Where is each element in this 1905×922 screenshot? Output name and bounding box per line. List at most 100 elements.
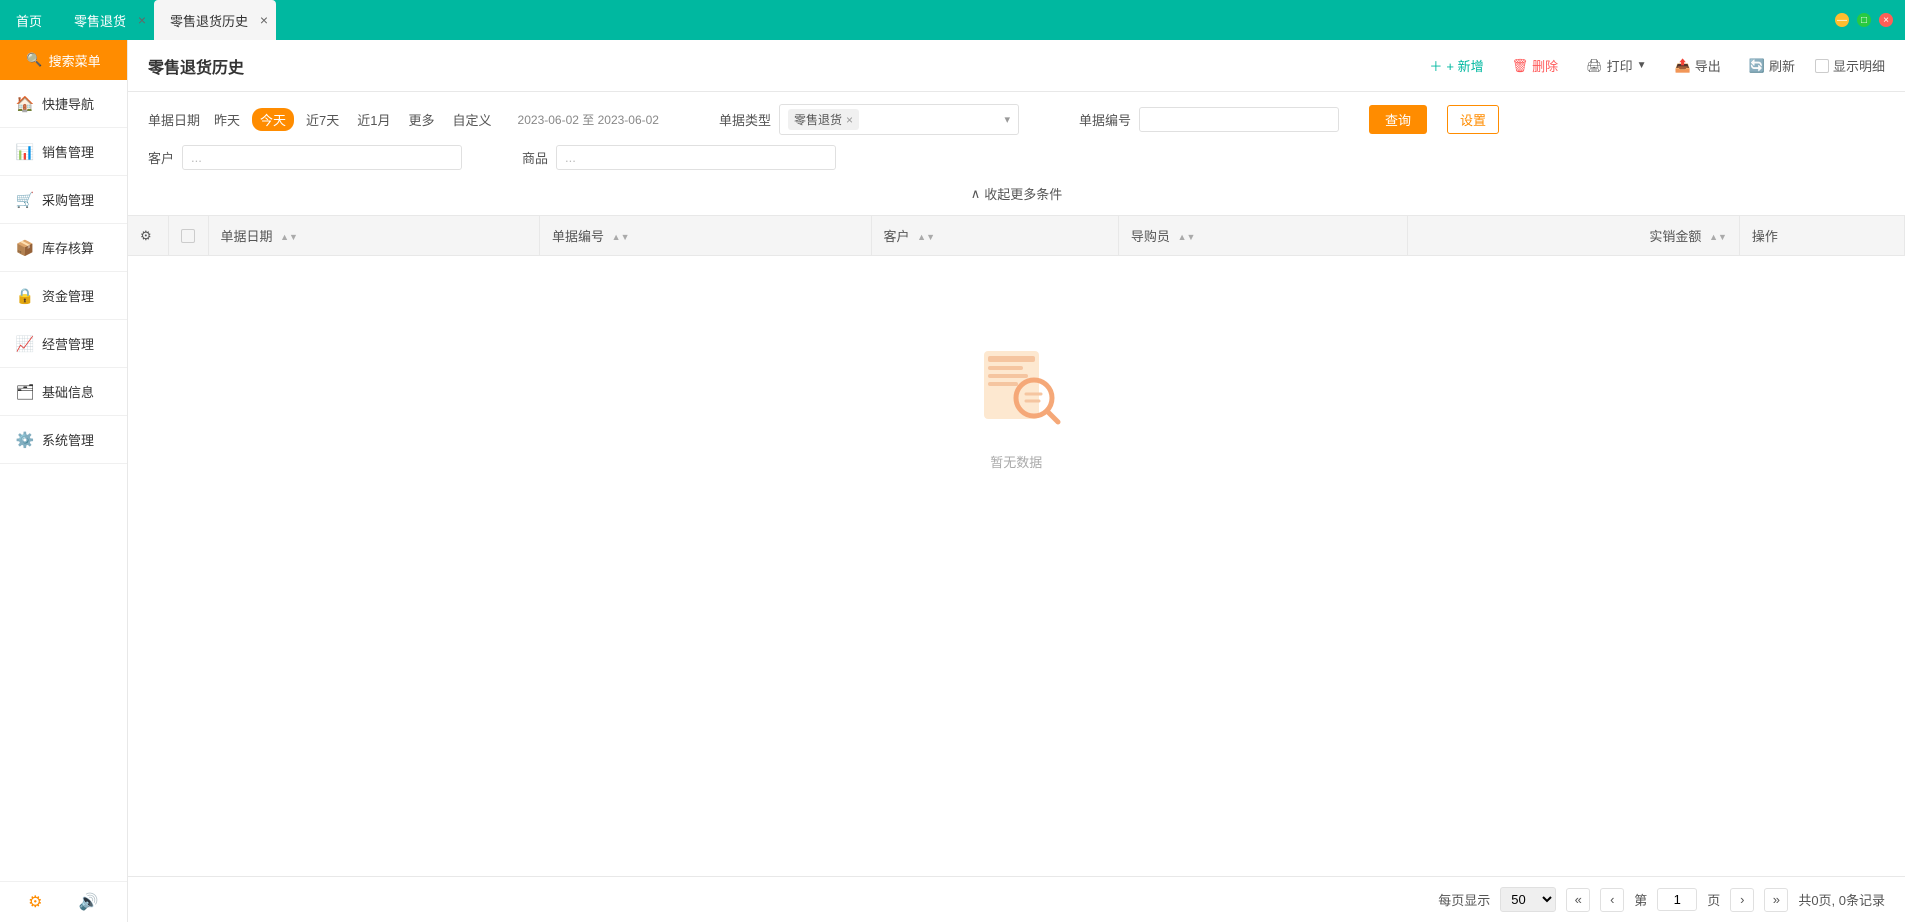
tab-home[interactable]: 首页 (0, 0, 58, 40)
window-close-btn[interactable]: × (1879, 13, 1893, 27)
sidebar-item-operations[interactable]: 📈 经营管理 (0, 320, 127, 368)
th-doc-no[interactable]: 单据编号 ▲▼ (540, 216, 872, 256)
th-checkbox[interactable] (168, 216, 208, 256)
collapse-button[interactable]: ∧ 收起更多条件 (971, 184, 1063, 203)
empty-state-icon (966, 336, 1066, 436)
customer-placeholder: ... (191, 150, 202, 165)
page-size-select[interactable]: 20 50 100 (1500, 887, 1556, 912)
sidebar-item-purchase-mgmt-label: 采购管理 (42, 190, 94, 209)
print-icon: 🖨 (1586, 58, 1603, 74)
page-input[interactable] (1657, 888, 1697, 911)
th-customer[interactable]: 客户 ▲▼ (871, 216, 1118, 256)
add-label: + 新增 (1446, 56, 1483, 75)
tab-list: 首页 零售退货 × 零售退货历史 × (0, 0, 1823, 40)
doc-type-select[interactable]: 零售退货 × ▾ (779, 104, 1019, 135)
sidebar-audio-btn[interactable]: 🔊 (79, 892, 99, 912)
empty-text: 暂无数据 (990, 452, 1042, 471)
query-button[interactable]: 查询 (1369, 105, 1427, 134)
doc-type-tag-value: 零售退货 (794, 111, 842, 128)
th-guide-sort[interactable]: ▲▼ (1178, 233, 1196, 242)
tab-retail-return-history[interactable]: 零售退货历史 × (154, 0, 276, 40)
table-body: 暂无数据 (128, 256, 1905, 552)
goods-filter: 商品 ... (522, 145, 836, 170)
page-last-btn[interactable]: » (1764, 888, 1788, 912)
page-first-btn[interactable]: « (1566, 888, 1590, 912)
sidebar-item-quick-nav[interactable]: 🏠 快捷导航 (0, 80, 127, 128)
column-settings-icon[interactable]: ⚙ (140, 228, 152, 243)
th-doc-date-sort[interactable]: ▲▼ (280, 233, 298, 242)
add-button[interactable]: ＋ + 新增 (1421, 52, 1491, 79)
purchase-icon: 🛒 (16, 191, 34, 209)
date-opt-custom[interactable]: 自定义 (447, 108, 498, 131)
sidebar-item-sales-mgmt[interactable]: 📊 销售管理 (0, 128, 127, 176)
sidebar-item-finance[interactable]: 🔒 资金管理 (0, 272, 127, 320)
date-label: 单据日期 (148, 110, 200, 129)
th-amount-sort[interactable]: ▲▼ (1709, 233, 1727, 242)
add-icon: ＋ (1429, 56, 1442, 75)
tab-retail-return-history-close[interactable]: × (260, 12, 268, 28)
th-doc-date-label: 单据日期 (221, 229, 273, 244)
th-settings[interactable]: ⚙ (128, 216, 168, 256)
page-prev-btn[interactable]: ‹ (1600, 888, 1624, 912)
settings-label: 设置 (1460, 113, 1486, 128)
sales-icon: 📊 (16, 143, 34, 161)
home-icon: 🏠 (16, 95, 34, 113)
print-button[interactable]: 🖨 打印 ▼ (1578, 52, 1654, 79)
th-customer-sort[interactable]: ▲▼ (917, 233, 935, 242)
tab-retail-return-close[interactable]: × (138, 12, 146, 28)
sidebar-item-sales-mgmt-label: 销售管理 (42, 142, 94, 161)
search-icon: 🔍 (26, 52, 42, 68)
date-options: 昨天 今天 近7天 近1月 更多 自定义 (208, 108, 498, 131)
date-opt-1month[interactable]: 近1月 (351, 108, 396, 131)
page-title: 零售退货历史 (148, 54, 244, 78)
th-amount[interactable]: 实销金额 ▲▼ (1408, 216, 1740, 256)
sidebar-item-purchase-mgmt[interactable]: 🛒 采购管理 (0, 176, 127, 224)
sidebar-item-basic-info[interactable]: 🗂 基础信息 (0, 368, 127, 416)
th-guide[interactable]: 导购员 ▲▼ (1118, 216, 1407, 256)
doc-no-input[interactable] (1139, 107, 1339, 132)
collapse-label: 收起更多条件 (984, 184, 1062, 203)
show-detail-toggle[interactable]: 显示明细 (1815, 56, 1885, 75)
doc-type-tag-close[interactable]: × (846, 113, 853, 127)
table-select-all-checkbox[interactable] (181, 229, 195, 243)
settings-button[interactable]: 设置 (1447, 105, 1499, 134)
delete-button[interactable]: 🗑 删除 (1504, 52, 1567, 79)
sidebar-item-basic-info-label: 基础信息 (42, 382, 94, 401)
th-customer-label: 客户 (884, 229, 910, 244)
collapse-section: ∧ 收起更多条件 (148, 180, 1885, 203)
page-label-end: 页 (1707, 890, 1720, 909)
show-detail-checkbox[interactable] (1815, 59, 1829, 73)
date-opt-7days[interactable]: 近7天 (300, 108, 345, 131)
window-maximize-btn[interactable]: □ (1857, 13, 1871, 27)
sidebar-search[interactable]: 🔍 搜索菜单 (0, 40, 127, 80)
sidebar-item-system[interactable]: ⚙️ 系统管理 (0, 416, 127, 464)
customer-select[interactable]: ... (182, 145, 462, 170)
doc-type-filter: 单据类型 零售退货 × ▾ (719, 104, 1019, 135)
sidebar-settings-btn[interactable]: ⚙ (28, 892, 42, 912)
sidebar-item-inventory[interactable]: 📦 库存核算 (0, 224, 127, 272)
date-opt-today[interactable]: 今天 (252, 108, 294, 131)
th-doc-date[interactable]: 单据日期 ▲▼ (208, 216, 540, 256)
page-next-btn[interactable]: › (1730, 888, 1754, 912)
main-layout: 🔍 搜索菜单 🏠 快捷导航 📊 销售管理 🛒 采购管理 📦 库存核算 🔒 (0, 40, 1905, 922)
tab-retail-return-label: 零售退货 (74, 11, 126, 30)
filter-row-1: 单据日期 昨天 今天 近7天 近1月 更多 自定义 2023-06-02 至 2… (148, 104, 1885, 135)
customer-filter: 客户 ... (148, 145, 462, 170)
tab-retail-return[interactable]: 零售退货 × (58, 0, 154, 40)
goods-select[interactable]: ... (556, 145, 836, 170)
th-doc-no-sort[interactable]: ▲▼ (612, 233, 630, 242)
page-label: 第 (1634, 890, 1647, 909)
window-minimize-btn[interactable]: — (1835, 13, 1849, 27)
doc-type-select-arrow: ▾ (1004, 113, 1010, 126)
export-button[interactable]: 📤 导出 (1667, 52, 1729, 79)
date-opt-more[interactable]: 更多 (403, 108, 441, 131)
refresh-button[interactable]: 🔄 刷新 (1741, 52, 1803, 79)
tab-home-label: 首页 (16, 11, 42, 30)
export-icon: 📤 (1675, 58, 1691, 74)
delete-icon: 🗑 (1512, 58, 1529, 74)
sidebar-search-label: 搜索菜单 (49, 51, 101, 70)
sidebar-item-inventory-label: 库存核算 (42, 238, 94, 257)
sidebar: 🔍 搜索菜单 🏠 快捷导航 📊 销售管理 🛒 采购管理 📦 库存核算 🔒 (0, 40, 128, 922)
top-bar: 首页 零售退货 × 零售退货历史 × — □ × (0, 0, 1905, 40)
date-opt-yesterday[interactable]: 昨天 (208, 108, 246, 131)
